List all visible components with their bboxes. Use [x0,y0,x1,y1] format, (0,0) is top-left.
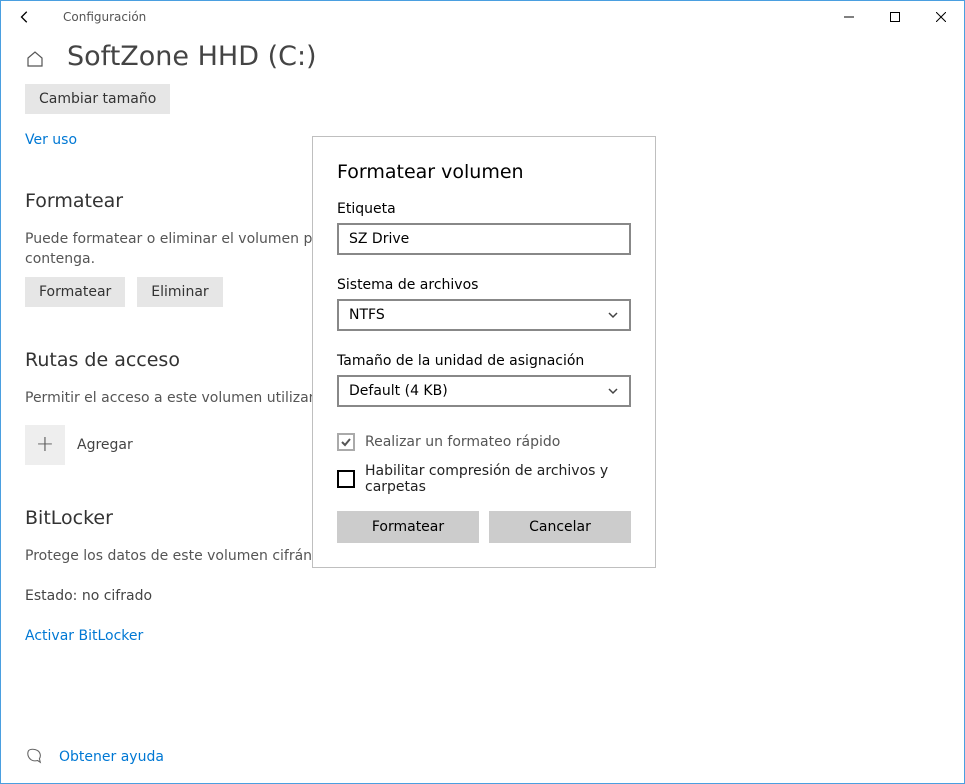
maximize-button[interactable] [872,1,918,33]
bitlocker-state: Estado: no cifrado [25,588,545,604]
add-path-button[interactable]: + [25,425,65,465]
get-help-link[interactable]: Obtener ayuda [59,749,164,765]
window-controls [826,1,964,33]
chevron-down-icon [607,385,619,397]
help-icon [25,747,45,767]
page-title: SoftZone HHD (C:) [67,41,317,72]
activate-bitlocker-link[interactable]: Activar BitLocker [25,628,143,644]
filesystem-value: NTFS [349,307,385,323]
see-usage-link[interactable]: Ver uso [25,132,77,148]
fs-field-label: Sistema de archivos [337,277,631,293]
dialog-title: Formatear volumen [337,161,631,183]
dialog-format-button[interactable]: Formatear [337,511,479,543]
format-button[interactable]: Formatear [25,277,125,307]
label-field-label: Etiqueta [337,201,631,217]
back-button[interactable] [13,5,37,29]
change-size-button[interactable]: Cambiar tamaño [25,84,170,114]
delete-button[interactable]: Eliminar [137,277,222,307]
alloc-field-label: Tamaño de la unidad de asignación [337,353,631,369]
minimize-button[interactable] [826,1,872,33]
quick-format-checkbox[interactable] [337,433,355,451]
chevron-down-icon [607,309,619,321]
titlebar: Configuración [1,1,964,33]
allocation-value: Default (4 KB) [349,383,448,399]
add-path-label: Agregar [77,437,133,453]
allocation-select[interactable]: Default (4 KB) [337,375,631,407]
compression-label: Habilitar compresión de archivos y carpe… [365,463,631,495]
window-title: Configuración [63,10,146,24]
close-button[interactable] [918,1,964,33]
quick-format-label: Realizar un formateo rápido [365,434,560,450]
filesystem-select[interactable]: NTFS [337,299,631,331]
home-icon[interactable] [25,49,47,71]
label-input[interactable] [337,223,631,255]
compression-checkbox[interactable] [337,470,355,488]
dialog-cancel-button[interactable]: Cancelar [489,511,631,543]
format-volume-dialog: Formatear volumen Etiqueta Sistema de ar… [312,136,656,568]
